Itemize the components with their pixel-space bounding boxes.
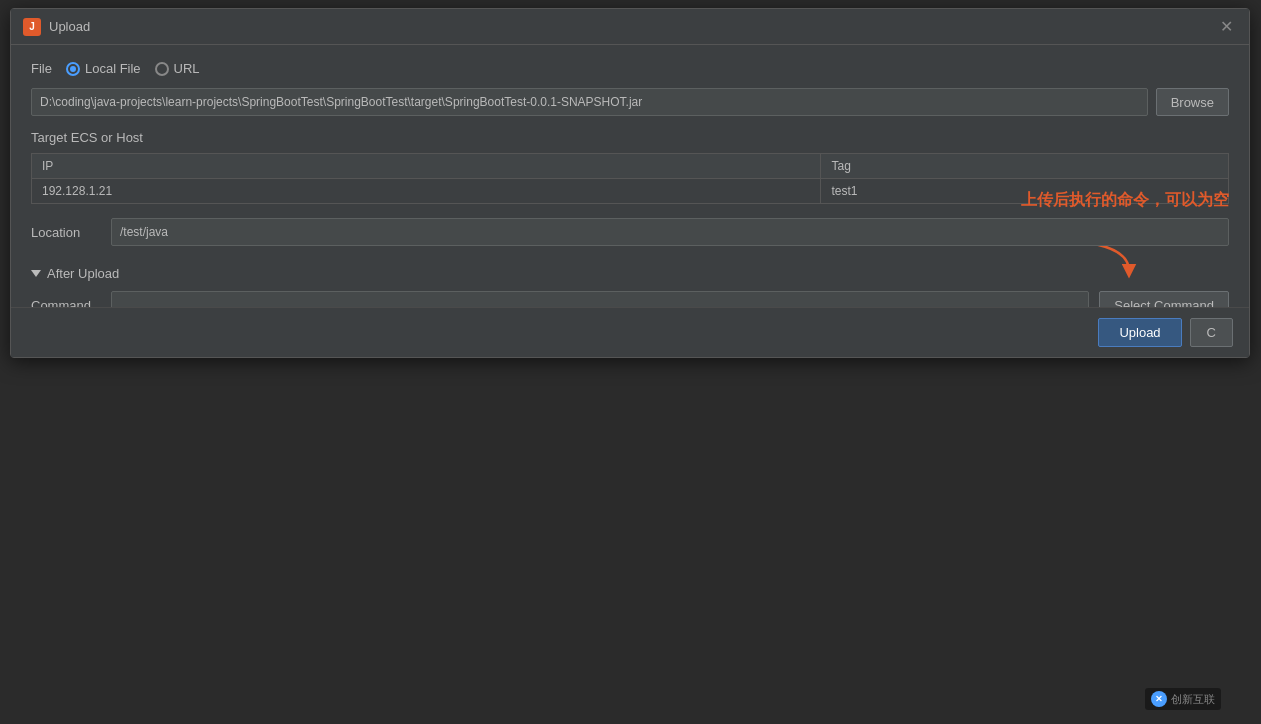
cell-ip: 192.128.1.21 [32,179,821,204]
file-path-input[interactable] [31,88,1148,116]
local-file-option[interactable]: Local File [66,61,141,76]
file-path-row: Browse [31,88,1229,116]
title-bar: J Upload ✕ [11,9,1249,45]
location-label: Location [31,225,101,240]
target-section-label: Target ECS or Host [31,130,1229,145]
brand-badge: ✕ 创新互联 [1145,688,1221,710]
col-tag-header: Tag [821,154,1229,179]
location-wrapper: 上传后执行的命令，可以为空 Location [31,218,1229,246]
radio-group: Local File URL [66,61,200,76]
dialog-footer: Upload C [11,307,1249,357]
url-label: URL [174,61,200,76]
url-radio[interactable] [155,62,169,76]
close-button[interactable]: ✕ [1216,17,1237,37]
dialog-title: Upload [49,19,90,34]
location-row: Location [31,218,1229,246]
title-bar-left: J Upload [23,18,90,36]
file-label: File [31,61,52,76]
collapse-icon [31,270,41,277]
upload-button[interactable]: Upload [1098,318,1181,347]
local-file-radio[interactable] [66,62,80,76]
annotation-text: 上传后执行的命令，可以为空 [1021,190,1229,211]
browse-button[interactable]: Browse [1156,88,1229,116]
after-upload-label: After Upload [47,266,119,281]
upload-dialog: J Upload ✕ File Local File URL Browse [10,8,1250,358]
location-input[interactable] [111,218,1229,246]
brand-name: 创新互联 [1171,692,1215,707]
cancel-button[interactable]: C [1190,318,1233,347]
app-icon: J [23,18,41,36]
file-row: File Local File URL [31,61,1229,76]
local-file-label: Local File [85,61,141,76]
brand-icon: ✕ [1151,691,1167,707]
url-option[interactable]: URL [155,61,200,76]
col-ip-header: IP [32,154,821,179]
